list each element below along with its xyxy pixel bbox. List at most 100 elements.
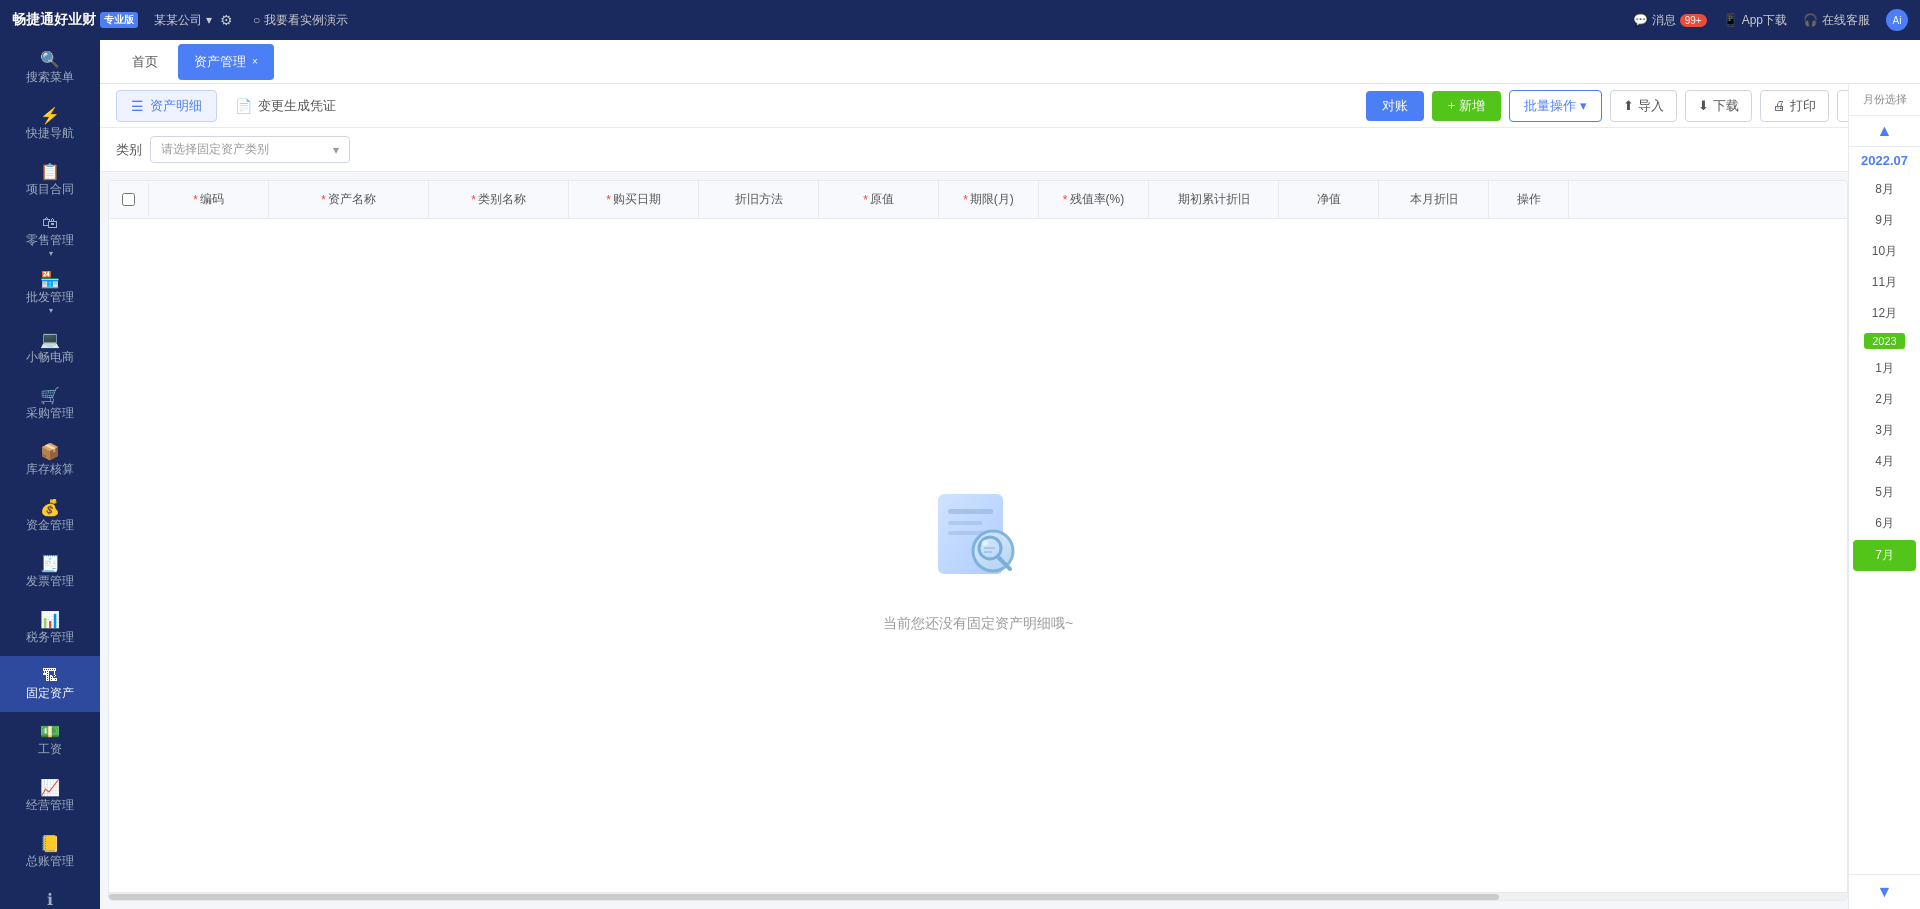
sidebar-item-basic-info[interactable]: ℹ 基础信息 — [0, 880, 100, 909]
col-method-label: 折旧方法 — [735, 191, 783, 208]
mobile-icon: 📱 — [1723, 13, 1738, 27]
wholesale-arrow-icon: ▾ — [49, 306, 53, 315]
month-item-4[interactable]: 4月 — [1849, 446, 1920, 477]
month-item-3[interactable]: 3月 — [1849, 415, 1920, 446]
download-button[interactable]: ⬇ 下载 — [1685, 90, 1752, 122]
month-item-6[interactable]: 6月 — [1849, 508, 1920, 539]
close-tab-icon[interactable]: × — [252, 56, 258, 67]
download-label: 下载 — [1713, 97, 1739, 115]
required-star: * — [963, 193, 968, 207]
user-avatar: Ai — [1886, 9, 1908, 31]
sidebar-item-label: 零售管理 — [26, 232, 74, 249]
headset-icon: 🎧 — [1803, 13, 1818, 27]
month-item-2[interactable]: 2月 — [1849, 384, 1920, 415]
tab-asset-management[interactable]: 资产管理 × — [178, 44, 274, 80]
batch-dropdown-icon: ▾ — [1580, 98, 1587, 113]
company-name: 某某公司 — [154, 12, 202, 29]
header-checkbox-cell — [109, 183, 149, 216]
month-item-12[interactable]: 12月 — [1849, 298, 1920, 329]
svg-rect-2 — [948, 521, 983, 525]
print-label: 打印 — [1790, 97, 1816, 115]
sidebar-item-label: 采购管理 — [26, 405, 74, 422]
category-select[interactable]: 请选择固定资产类别 ▾ — [150, 136, 350, 163]
import-button[interactable]: ⬆ 导入 — [1610, 90, 1677, 122]
finance-icon: 💰 — [40, 498, 60, 517]
message-badge: 99+ — [1680, 14, 1707, 27]
online-service-label: 在线客服 — [1822, 12, 1870, 29]
required-star: * — [193, 193, 198, 207]
sidebar-item-label: 经营管理 — [26, 797, 74, 814]
col-type-label: 类别名称 — [478, 191, 526, 208]
month-item-1[interactable]: 1月 — [1849, 353, 1920, 384]
user-menu[interactable]: Ai — [1886, 9, 1908, 31]
message-label: 消息 — [1652, 12, 1676, 29]
tab-home[interactable]: 首页 — [116, 44, 174, 80]
select-all-checkbox[interactable] — [122, 193, 135, 206]
quicknav-icon: ⚡ — [40, 106, 60, 125]
month-item-8[interactable]: 8月 — [1849, 174, 1920, 205]
sidebar-item-retail[interactable]: 🛍 零售管理 ▾ — [0, 208, 100, 264]
sidebar: 🔍 搜索菜单 ⚡ 快捷导航 📋 项目合同 🛍 零售管理 ▾ 🏪 批发管理 ▾ 💻… — [0, 40, 100, 909]
retail-arrow-icon: ▾ — [49, 249, 53, 258]
col-name-label: 资产名称 — [328, 191, 376, 208]
category-label: 类别 — [116, 141, 142, 159]
demo-link[interactable]: ○ 我要看实例演示 — [253, 12, 348, 29]
sidebar-item-label: 工资 — [38, 741, 62, 758]
sidebar-item-purchase[interactable]: 🛒 采购管理 — [0, 376, 100, 432]
online-service-button[interactable]: 🎧 在线客服 — [1803, 12, 1870, 29]
sub-tab-change-voucher[interactable]: 📄 变更生成凭证 — [221, 91, 350, 121]
company-dropdown-icon[interactable]: ▾ — [206, 13, 212, 27]
sidebar-item-operations[interactable]: 📈 经营管理 — [0, 768, 100, 824]
col-rate-label: 残值率(%) — [1070, 191, 1125, 208]
scroll-thumb[interactable] — [109, 894, 1499, 900]
col-header-method: 折旧方法 — [699, 181, 819, 218]
message-button[interactable]: 💬 消息 99+ — [1633, 12, 1707, 29]
company-selector[interactable]: 某某公司 ▾ — [154, 12, 212, 29]
print-button[interactable]: 🖨 打印 — [1760, 90, 1829, 122]
sidebar-item-search[interactable]: 🔍 搜索菜单 — [0, 40, 100, 96]
sub-tab-asset-detail-label: 资产明细 — [150, 97, 202, 115]
sidebar-item-fixed-assets[interactable]: 🏗 固定资产 — [0, 656, 100, 712]
search-icon: 🔍 — [40, 50, 60, 69]
month-item-11[interactable]: 11月 — [1849, 267, 1920, 298]
sidebar-item-finance[interactable]: 💰 资金管理 — [0, 488, 100, 544]
sidebar-item-inventory[interactable]: 📦 库存核算 — [0, 432, 100, 488]
reconcile-button[interactable]: 对账 — [1366, 91, 1424, 121]
sidebar-item-quicknav[interactable]: ⚡ 快捷导航 — [0, 96, 100, 152]
asset-table: * 编码 * 资产名称 * 类别名称 * 购买日期 折旧方法 — [108, 180, 1848, 901]
add-button[interactable]: + 新增 — [1432, 91, 1501, 121]
required-star: * — [863, 193, 868, 207]
sidebar-item-invoice[interactable]: 🧾 发票管理 — [0, 544, 100, 600]
settings-icon[interactable]: ⚙ — [220, 12, 233, 28]
required-star: * — [471, 193, 476, 207]
sidebar-item-wholesale[interactable]: 🏪 批发管理 ▾ — [0, 264, 100, 320]
inventory-icon: 📦 — [40, 442, 60, 461]
sidebar-item-tax[interactable]: 📊 税务管理 — [0, 600, 100, 656]
svg-rect-1 — [948, 509, 993, 514]
month-item-5[interactable]: 5月 — [1849, 477, 1920, 508]
category-placeholder: 请选择固定资产类别 — [161, 141, 269, 158]
invoice-icon: 🧾 — [40, 554, 60, 573]
sidebar-item-label: 快捷导航 — [26, 125, 74, 142]
sidebar-item-payroll[interactable]: 💵 工资 — [0, 712, 100, 768]
sub-tab-asset-detail[interactable]: ☰ 资产明细 — [116, 90, 217, 122]
sub-tab-bar: ☰ 资产明细 📄 变更生成凭证 对账 + 新增 批量操作 ▾ ⬆ 导入 ⬇ 下载… — [100, 84, 1920, 128]
month-item-10[interactable]: 10月 — [1849, 236, 1920, 267]
category-dropdown-icon: ▾ — [333, 143, 339, 157]
sidebar-item-ecommerce[interactable]: 💻 小畅电商 — [0, 320, 100, 376]
month-item-9[interactable]: 9月 — [1849, 205, 1920, 236]
empty-text: 当前您还没有固定资产明细哦~ — [883, 615, 1073, 633]
tab-bar: 首页 资产管理 × — [100, 40, 1920, 84]
month-down-nav[interactable]: ▼ — [1873, 879, 1897, 905]
sidebar-item-project[interactable]: 📋 项目合同 — [0, 152, 100, 208]
batch-button[interactable]: 批量操作 ▾ — [1509, 90, 1602, 122]
horizontal-scrollbar[interactable] — [109, 892, 1847, 900]
app-download-button[interactable]: 📱 App下载 — [1723, 12, 1787, 29]
basic-info-icon: ℹ — [47, 890, 53, 909]
col-accum-label: 期初累计折旧 — [1178, 191, 1250, 208]
import-label: 导入 — [1638, 97, 1664, 115]
col-net-label: 净值 — [1317, 191, 1341, 208]
sidebar-item-ledger[interactable]: 📒 总账管理 — [0, 824, 100, 880]
brand-logo: 畅捷通好业财 专业版 — [12, 11, 138, 29]
month-item-7-current[interactable]: 7月 — [1853, 540, 1916, 571]
